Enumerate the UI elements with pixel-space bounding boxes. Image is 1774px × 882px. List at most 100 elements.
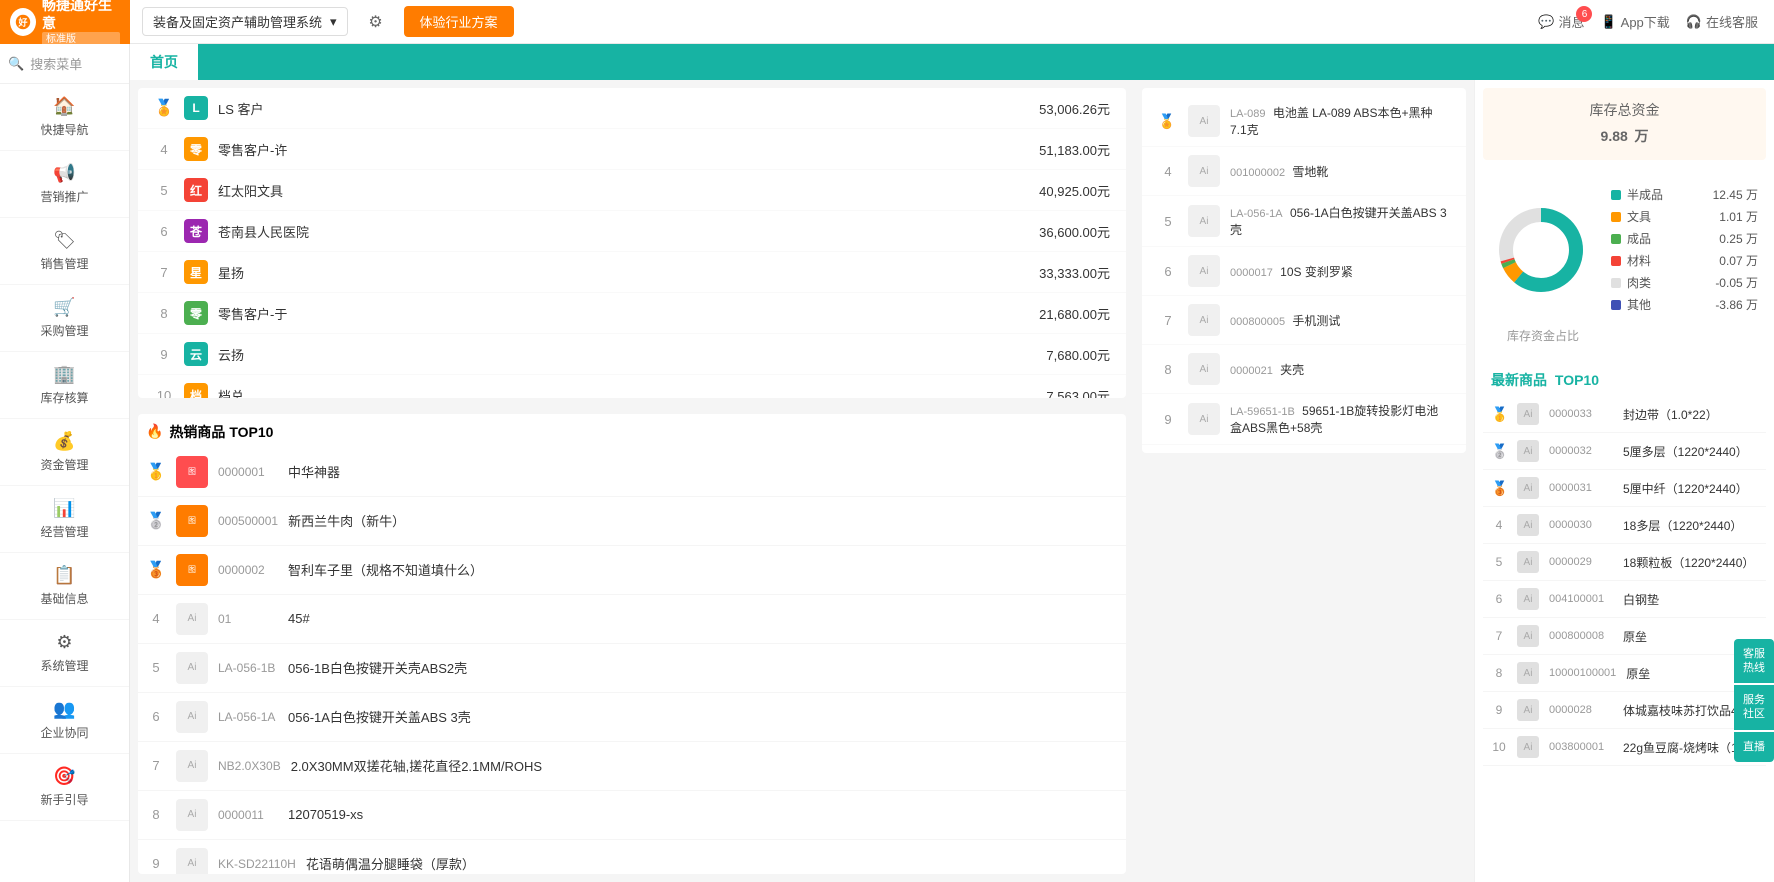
- customer-rank-table: 🏅 L LS 客户 53,006.26元 4 零 零售客户-许 51,183.0…: [138, 88, 1126, 398]
- customer-rank-row: 4 零 零售客户-许 51,183.00元: [138, 129, 1126, 170]
- sidebar-item-system[interactable]: ⚙ 系统管理: [0, 620, 129, 687]
- customer-rank-row: 10 档 档总 7,563.00元: [138, 375, 1126, 398]
- sidebar-item-finance[interactable]: 💰 资金管理: [0, 419, 129, 486]
- product-image: Ai: [1188, 353, 1220, 385]
- legend-item: 成品 0.25 万: [1611, 230, 1758, 247]
- sidebar-item-quick-nav[interactable]: 🏠 快捷导航: [0, 84, 129, 151]
- product-image: Ai: [1188, 403, 1220, 435]
- content-area: 首页 🏅 L LS 客户 53,006.26元: [130, 44, 1774, 882]
- finance-icon: 💰: [53, 431, 75, 452]
- customer-avatar: 档: [184, 383, 208, 398]
- float-btn-community[interactable]: 服务 社区: [1734, 685, 1774, 730]
- main-layout: 🔍 搜索菜单 🏠 快捷导航 📢 营销推广 🏷 销售管理 🛒 采购管理 🏢 库存核…: [0, 44, 1774, 882]
- sidebar-item-collab[interactable]: 👥 企业协同: [0, 687, 129, 754]
- panels-container: 🏅 L LS 客户 53,006.26元 4 零 零售客户-许 51,183.0…: [130, 80, 1774, 882]
- try-plan-button[interactable]: 体验行业方案: [404, 6, 514, 37]
- newest-product-row: 7 Ai 000800008 原垒: [1483, 618, 1766, 655]
- sidebar-item-basic-info[interactable]: 📋 基础信息: [0, 553, 129, 620]
- hot-product-row: 9 Ai KK-SD22110H 花语萌偶温分腿睡袋（厚款）: [138, 840, 1126, 874]
- product-image: Ai: [1188, 255, 1220, 287]
- newest-product-row: 6 Ai 004100001 白钢垫: [1483, 581, 1766, 618]
- inventory-legend: 半成品 12.45 万 文具 1.01 万 成品 0: [1611, 186, 1758, 313]
- newest-product-row: 8 Ai 10000100001 原垒: [1483, 655, 1766, 692]
- top-right-area: 💬 消息 6 📱 App下载 🎧 在线客服: [1538, 12, 1758, 31]
- message-button[interactable]: 💬 消息 6: [1538, 12, 1584, 31]
- rank-medal-3: 🏅: [154, 98, 174, 118]
- hot-rank: 🥈: [146, 511, 166, 531]
- hot-product-row: 8 Ai 0000011 12070519-xs: [138, 791, 1126, 840]
- customer-avatar: 红: [184, 178, 208, 202]
- customer-avatar: 零: [184, 137, 208, 161]
- legend-item: 其他 -3.86 万: [1611, 296, 1758, 313]
- newest-product-row: 4 Ai 0000030 18多层（1220*2440）: [1483, 507, 1766, 544]
- donut-chart-container: 半成品 12.45 万 文具 1.01 万 成品 0: [1491, 176, 1758, 323]
- hot-product-image: Ai: [176, 799, 208, 831]
- customer-avatar: 苍: [184, 219, 208, 243]
- tab-home[interactable]: 首页: [130, 44, 198, 80]
- sidebar-item-guide[interactable]: 🎯 新手引导: [0, 754, 129, 821]
- svg-text:好: 好: [17, 16, 27, 27]
- nav-tabs: 首页: [130, 44, 1774, 80]
- legend-color-dot: [1611, 190, 1621, 200]
- top-bar: 好 畅捷通好生意 标准版 装备及固定资产辅助管理系统 ▾ ⚙ 体验行业方案 💬 …: [0, 0, 1774, 44]
- search-icon: 🔍: [8, 56, 24, 72]
- customer-rank-row: 8 零 零售客户-于 21,680.00元: [138, 293, 1126, 334]
- product-icon: Ai: [1517, 625, 1539, 647]
- app-icon: 📱: [1600, 14, 1616, 30]
- medal-bronze-icon: 🏅: [154, 98, 174, 118]
- system-selector[interactable]: 装备及固定资产辅助管理系统 ▾: [142, 7, 348, 36]
- sidebar-item-marketing[interactable]: 📢 营销推广: [0, 151, 129, 218]
- hot-icon: 🔥: [146, 423, 163, 440]
- newest-product-row: 5 Ai 0000029 18颗粒板（1220*2440）: [1483, 544, 1766, 581]
- product-rank-row: 6 Ai 0000017 10S 变刹罗紧: [1142, 247, 1466, 296]
- hot-product-image: Ai: [176, 652, 208, 684]
- legend-color-dot: [1611, 278, 1621, 288]
- product-rank-row: 9 Ai LA-59651-1B 59651-1B旋转投影灯电池盒ABS黑色+5…: [1142, 394, 1466, 445]
- newest-product-row: 🥇 Ai 0000033 封边带（1.0*22）: [1483, 396, 1766, 433]
- hot-product-image: 图: [176, 456, 208, 488]
- sidebar-item-sales[interactable]: 🏷 销售管理: [0, 218, 129, 285]
- float-btn-live[interactable]: 直播: [1734, 732, 1774, 762]
- settings-button[interactable]: ⚙: [360, 6, 392, 38]
- customer-avatar: 零: [184, 301, 208, 325]
- product-icon: Ai: [1517, 551, 1539, 573]
- chevron-down-icon: ▾: [330, 14, 337, 30]
- product-rank-row: 7 Ai 000800005 手机测试: [1142, 296, 1466, 345]
- newest-product-row: 🥉 Ai 0000031 5厘中纤（1220*2440）: [1483, 470, 1766, 507]
- medal-silver-icon: 🥈: [146, 513, 166, 530]
- product-icon: Ai: [1517, 477, 1539, 499]
- sidebar-item-management[interactable]: 📊 经营管理: [0, 486, 129, 553]
- customer-rank-row: 6 苍 苍南县人民医院 36,600.00元: [138, 211, 1126, 252]
- rank-medal: 🥇: [1491, 406, 1507, 423]
- hot-product-row: 🥇 图 0000001 中华神器: [138, 448, 1126, 497]
- system-icon: ⚙: [56, 632, 72, 653]
- hot-rank: 🥉: [146, 560, 166, 580]
- left-panel: 🏅 L LS 客户 53,006.26元 4 零 零售客户-许 51,183.0…: [130, 80, 1134, 882]
- hot-product-row: 🥈 图 000500001 新西兰牛肉（新牛）: [138, 497, 1126, 546]
- product-icon: Ai: [1517, 440, 1539, 462]
- legend-color-dot: [1611, 300, 1621, 310]
- service-icon: 🎧: [1686, 14, 1702, 30]
- sidebar-item-inventory[interactable]: 🏢 库存核算: [0, 352, 129, 419]
- chart-footer-label: 库存资金占比: [1491, 323, 1758, 352]
- sidebar-search[interactable]: 🔍 搜索菜单: [0, 44, 129, 84]
- app-download-button[interactable]: 📱 App下载: [1600, 12, 1669, 31]
- hot-product-row: 7 Ai NB2.0X30B 2.0X30MM双搓花轴,搓花直径2.1MM/RO…: [138, 742, 1126, 791]
- hot-rank: 5: [146, 660, 166, 675]
- product-icon: Ai: [1517, 588, 1539, 610]
- product-image: Ai: [1188, 304, 1220, 336]
- hot-product-image: 图: [176, 554, 208, 586]
- online-service-button[interactable]: 🎧 在线客服: [1686, 12, 1758, 31]
- newest-product-row: 10 Ai 003800001 22g鱼豆腐-烧烤味（1*12*20）: [1483, 729, 1766, 766]
- customer-avatar: 星: [184, 260, 208, 284]
- sidebar-item-purchase[interactable]: 🛒 采购管理: [0, 285, 129, 352]
- inventory-chart-section: 半成品 12.45 万 文具 1.01 万 成品 0: [1475, 168, 1774, 360]
- middle-panel: 🏅 Ai LA-089 电池盖 LA-089 ABS本色+黑种 7.1克: [1134, 80, 1474, 882]
- hot-products-card: 🔥 热销商品 TOP10 🥇 图 0000001: [138, 414, 1126, 874]
- legend-color-dot: [1611, 234, 1621, 244]
- home-icon: 🏠: [53, 96, 75, 117]
- product-image: Ai: [1188, 205, 1220, 237]
- float-btn-service[interactable]: 客服 热线: [1734, 639, 1774, 684]
- hot-product-image: Ai: [176, 750, 208, 782]
- medal-bronze-icon: 🏅: [1158, 113, 1175, 130]
